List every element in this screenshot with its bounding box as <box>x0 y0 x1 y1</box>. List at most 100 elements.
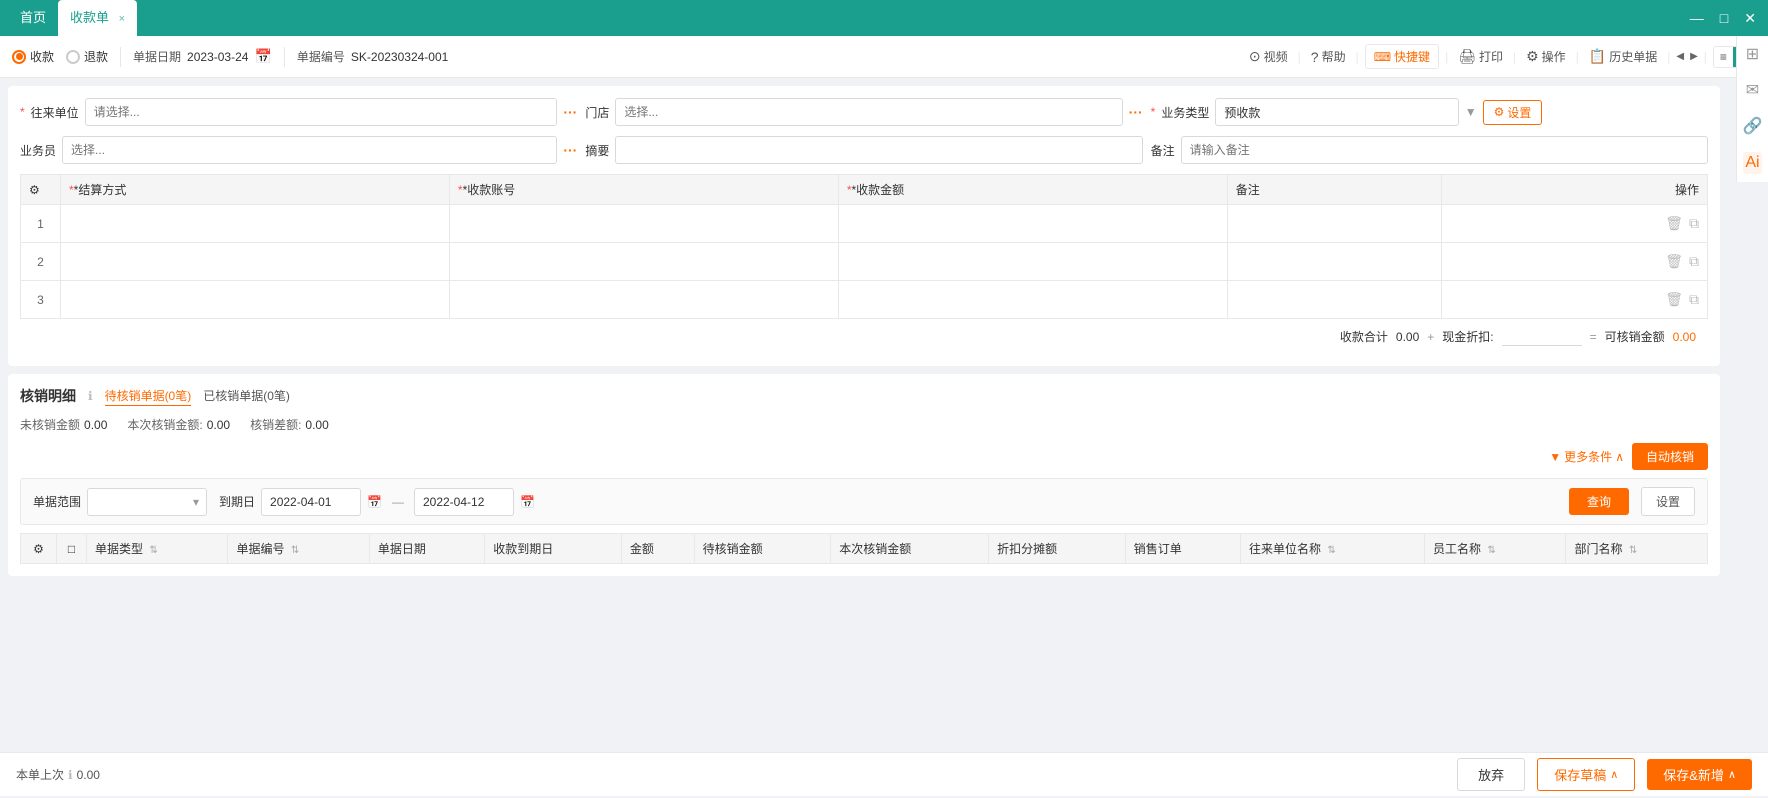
range-select[interactable] <box>87 488 207 516</box>
col-gear[interactable]: ⚙ <box>21 175 61 205</box>
verify-tab-done[interactable]: 已核销单据(0笔) <box>203 387 290 405</box>
counterparty-input[interactable] <box>85 98 558 126</box>
maximize-button[interactable]: □ <box>1716 10 1732 26</box>
biztype-dropdown-icon[interactable]: ▼ <box>1465 105 1477 119</box>
store-more-icon[interactable]: ··· <box>1129 104 1143 120</box>
sidebar-link-icon[interactable]: 🔗 <box>1743 116 1763 136</box>
form-row-1: * 往来单位 ··· 门店 ··· * 业务类型 预收款 <box>20 98 1708 126</box>
row-1-amount[interactable] <box>838 205 1227 243</box>
salesman-more-icon[interactable]: ··· <box>563 142 577 158</box>
row-3-settlement[interactable] <box>61 281 450 319</box>
remark-label: 备注 <box>1151 142 1175 159</box>
auto-verify-button[interactable]: 自动核销 <box>1632 443 1708 470</box>
shortcut-button[interactable]: ⌨ 快捷键 <box>1365 44 1439 69</box>
cal-to-icon[interactable]: 📅 <box>520 495 535 509</box>
save-draft-button[interactable]: 保存草稿 ∧ <box>1537 758 1635 791</box>
vcol-gear[interactable]: ⚙ <box>21 534 57 564</box>
sidebar-mail-icon[interactable]: ✉ <box>1746 80 1759 100</box>
nav-receipt[interactable]: 收款单 × <box>58 0 137 36</box>
help-button[interactable]: ? 帮助 <box>1307 46 1350 67</box>
remark-input[interactable] <box>1181 136 1708 164</box>
video-icon: ⊙ <box>1249 48 1261 65</box>
range-label: 单据范围 <box>33 493 81 510</box>
due-date-to-input[interactable] <box>414 488 514 516</box>
col-amount: **收款金额 <box>838 175 1227 205</box>
verify-title: 核销明细 <box>20 386 76 406</box>
row-1-remark[interactable] <box>1227 205 1442 243</box>
row-2-settlement[interactable] <box>61 243 450 281</box>
verify-info-icon[interactable]: ℹ <box>88 389 93 403</box>
biztype-input[interactable]: 预收款 <box>1215 98 1458 126</box>
radio-receipt-label: 收款 <box>30 48 54 65</box>
discount-input[interactable] <box>1502 327 1582 346</box>
salesman-input[interactable] <box>62 136 557 164</box>
calc-row: 收款合计 0.00 + 现金折扣: = 可核销金额 0.00 <box>20 319 1708 354</box>
more-cond-icon: ▼ <box>1549 450 1561 464</box>
calendar-icon[interactable]: 📅 <box>254 48 271 65</box>
sidebar-ai-icon[interactable]: Ai <box>1743 152 1761 174</box>
print-button[interactable]: 🖨 打印 <box>1454 46 1507 67</box>
minimize-button[interactable]: — <box>1686 10 1708 26</box>
main-form: * 往来单位 ··· 门店 ··· * 业务类型 预收款 <box>8 86 1720 366</box>
biztype-label: 业务类型 <box>1161 104 1209 121</box>
row-1-delete-icon[interactable]: 🗑 <box>1665 215 1683 232</box>
more-conditions-button[interactable]: ▼ 更多条件 ∧ <box>1549 448 1624 465</box>
prev-icon[interactable]: ◀ <box>1676 51 1684 62</box>
row-1-settlement[interactable] <box>61 205 450 243</box>
next-icon[interactable]: ▶ <box>1690 51 1698 62</box>
vcol-employee: 员工名称 ⇅ <box>1425 534 1566 564</box>
remark-text[interactable] <box>1190 143 1699 157</box>
row-3-remark[interactable] <box>1227 281 1442 319</box>
summary-input[interactable] <box>615 136 1142 164</box>
shortcut-icon: ⌨ <box>1374 50 1391 64</box>
save-new-button[interactable]: 保存&新增 ∧ <box>1647 759 1752 790</box>
radio-receipt[interactable]: 收款 <box>12 48 54 65</box>
row-2-delete-icon[interactable]: 🗑 <box>1665 253 1683 270</box>
bottom-info-icon[interactable]: ℹ <box>68 768 73 782</box>
summary-text[interactable] <box>624 143 1133 157</box>
form-row-2: 业务员 ··· 摘要 备注 <box>20 136 1708 164</box>
history-button[interactable]: 📋 历史单据 <box>1585 46 1661 67</box>
row-1-copy-icon[interactable]: ⧉ <box>1689 215 1699 232</box>
row-3-account[interactable] <box>449 281 838 319</box>
counterparty-text[interactable] <box>94 105 549 119</box>
row-2-amount[interactable] <box>838 243 1227 281</box>
row-3-copy-icon[interactable]: ⧉ <box>1689 291 1699 308</box>
bottom-info: 本单上次 ℹ 0.00 <box>16 766 100 783</box>
counterparty-field: * 往来单位 ··· <box>20 98 577 126</box>
store-text[interactable] <box>624 105 1113 119</box>
stat-diff: 核销差额: 0.00 <box>250 416 329 433</box>
row-2-account[interactable] <box>449 243 838 281</box>
nav-home[interactable]: 首页 <box>8 0 58 36</box>
help-icon: ? <box>1311 49 1319 65</box>
filter-settings-button[interactable]: 设置 <box>1641 487 1695 516</box>
due-date-from-input[interactable] <box>261 488 361 516</box>
row-2-copy-icon[interactable]: ⧉ <box>1689 253 1699 270</box>
close-button[interactable]: ✕ <box>1740 10 1760 27</box>
counterparty-more-icon[interactable]: ··· <box>563 104 577 120</box>
col-settlement: **结算方式 <box>61 175 450 205</box>
right-sidebar: ⊞ ✉ 🔗 Ai <box>1736 36 1768 182</box>
video-button[interactable]: ⊙ 视频 <box>1245 46 1292 67</box>
abandon-button[interactable]: 放弃 <box>1457 758 1525 791</box>
query-button[interactable]: 查询 <box>1569 488 1629 515</box>
row-3-amount[interactable] <box>838 281 1227 319</box>
store-input[interactable] <box>615 98 1122 126</box>
filter-row: 单据范围 到期日 📅 — 📅 查询 设置 <box>20 478 1708 525</box>
close-tab-icon[interactable]: × <box>119 13 125 25</box>
equal-sign: = <box>1590 330 1597 344</box>
cal-from-icon[interactable]: 📅 <box>367 495 382 509</box>
row-2-remark[interactable] <box>1227 243 1442 281</box>
sidebar-table-icon[interactable]: ⊞ <box>1746 44 1759 64</box>
vcol-check[interactable]: □ <box>57 534 87 564</box>
operations-button[interactable]: ⚙ 操作 <box>1522 46 1570 67</box>
vcol-this-verify: 本次核销金额 <box>831 534 989 564</box>
verify-tab-pending[interactable]: 待核销单据(0笔) <box>105 387 192 406</box>
row-3-delete-icon[interactable]: 🗑 <box>1665 291 1683 308</box>
salesman-text[interactable] <box>71 143 548 157</box>
bill-no-field: 单据编号 SK-20230324-001 <box>297 48 448 65</box>
radio-refund[interactable]: 退款 <box>66 48 108 65</box>
row-1-account[interactable] <box>449 205 838 243</box>
settings-button[interactable]: ⚙ 设置 <box>1483 100 1543 125</box>
list-view-btn[interactable]: ≡ <box>1714 47 1733 67</box>
